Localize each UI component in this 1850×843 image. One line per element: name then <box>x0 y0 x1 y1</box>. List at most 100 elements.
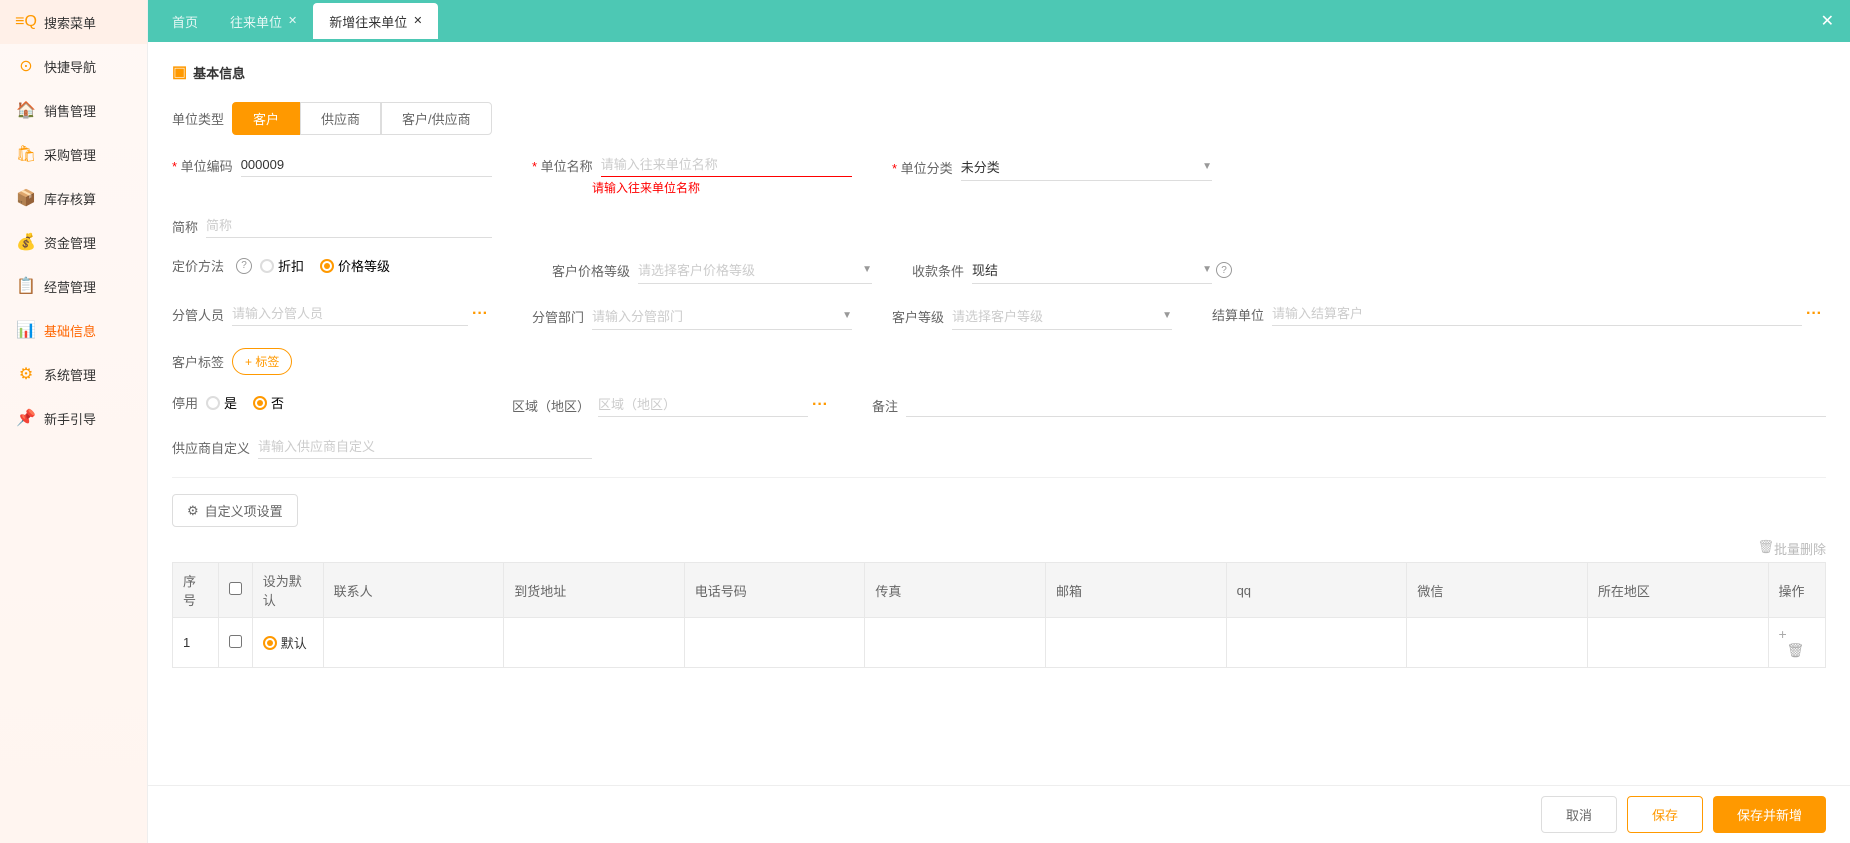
row-qq[interactable] <box>1226 618 1407 668</box>
sidebar-item-inventory[interactable]: 📦 库存核算 <box>0 176 147 220</box>
qq-input[interactable] <box>1237 635 1397 650</box>
unit-category-select[interactable]: 未分类 ▼ <box>961 153 1212 181</box>
region-input[interactable] <box>598 393 808 417</box>
manager-field: 分管人员 ··· <box>172 302 492 326</box>
finance-icon: 💰 <box>16 232 36 252</box>
tab-new-trade-unit-close[interactable]: ✕ <box>413 16 422 27</box>
manager-input[interactable] <box>232 302 468 326</box>
region-label: 区域（地区） <box>512 396 590 415</box>
unit-name-label: 单位名称 <box>532 156 593 175</box>
section-title: ▣ 基本信息 <box>172 62 1826 82</box>
add-row-icon[interactable]: + <box>1779 626 1787 642</box>
sidebar-item-quick-nav[interactable]: ⊙ 快捷导航 <box>0 44 147 88</box>
row-email[interactable] <box>1045 618 1226 668</box>
wechat-input[interactable] <box>1417 635 1577 650</box>
sidebar-item-sales[interactable]: 🏠 销售管理 <box>0 88 147 132</box>
unit-type-group: 客户 供应商 客户/供应商 <box>232 102 492 135</box>
email-input[interactable] <box>1056 635 1216 650</box>
customer-level-placeholder: 请选择客户等级 <box>952 306 1043 325</box>
customer-level-arrow: ▼ <box>1162 310 1172 321</box>
row-address[interactable] <box>504 618 685 668</box>
search-icon: ≡Q <box>16 12 36 32</box>
address-input[interactable] <box>514 635 674 650</box>
col-default: 设为默认 <box>252 563 323 618</box>
sidebar-item-purchase[interactable]: 🛍 采购管理 <box>0 132 147 176</box>
short-name-field: 简称 <box>172 214 492 238</box>
row-wechat[interactable] <box>1407 618 1588 668</box>
sidebar-item-basic-info[interactable]: 📊 基础信息 <box>0 308 147 352</box>
col-action: 操作 <box>1768 563 1826 618</box>
department-select[interactable]: 请输入分管部门 ▼ <box>592 302 852 330</box>
save-button[interactable]: 保存 <box>1627 796 1703 833</box>
customer-level-label: 客户等级 <box>892 307 944 326</box>
tab-new-trade-unit-label: 新增往来单位 <box>329 12 407 31</box>
unit-name-input[interactable] <box>601 153 852 177</box>
row-checkbox[interactable] <box>229 635 242 648</box>
row-check <box>218 618 252 668</box>
payment-terms-help[interactable]: ? <box>1216 262 1232 278</box>
supplier-custom-row: 供应商自定义 <box>172 435 1826 459</box>
row-region[interactable] <box>1587 618 1768 668</box>
sidebar-item-search[interactable]: ≡Q 搜索菜单 <box>0 0 147 44</box>
row-default: 默认 <box>252 618 323 668</box>
disabled-yes[interactable]: 是 <box>206 393 237 412</box>
tab-trade-unit[interactable]: 往来单位 ✕ <box>214 3 313 39</box>
short-name-label: 简称 <box>172 217 198 236</box>
table-row: 1 默认 <box>173 618 1826 668</box>
trash-icon: 🗑 <box>1757 539 1774 558</box>
tabs-close-all[interactable]: ✕ <box>1813 7 1842 35</box>
default-radio <box>263 636 277 650</box>
customer-tag-label: 客户标签 <box>172 352 224 371</box>
fax-input[interactable] <box>875 635 1035 650</box>
sidebar-label-finance: 资金管理 <box>44 233 96 252</box>
tab-home[interactable]: 首页 <box>156 3 214 39</box>
select-all-checkbox[interactable] <box>229 582 242 595</box>
pricing-row: 定价方法 ? 折扣 价格等级 客户价格等级 <box>172 256 1826 284</box>
row-contact[interactable] <box>323 618 504 668</box>
cancel-button[interactable]: 取消 <box>1541 796 1617 833</box>
customer-level-select[interactable]: 请选择客户等级 ▼ <box>952 302 1172 330</box>
tab-trade-unit-close[interactable]: ✕ <box>288 16 297 27</box>
unit-code-label: 单位编码 <box>172 156 233 175</box>
phone-input[interactable] <box>695 635 855 650</box>
unit-type-both[interactable]: 客户/供应商 <box>381 102 492 135</box>
settlement-input[interactable] <box>1272 302 1802 326</box>
supplier-custom-input[interactable] <box>258 435 592 459</box>
pricing-help-icon[interactable]: ? <box>236 258 252 274</box>
region-more[interactable]: ··· <box>808 396 832 414</box>
custom-settings-button[interactable]: ⚙ 自定义项设置 <box>172 494 298 527</box>
batch-delete-label[interactable]: 批量删除 <box>1774 539 1826 558</box>
pricing-price-level[interactable]: 价格等级 <box>320 256 390 275</box>
row-phone[interactable] <box>684 618 865 668</box>
unit-type-customer[interactable]: 客户 <box>232 102 300 135</box>
payment-terms-select[interactable]: 现结 ▼ <box>972 256 1212 284</box>
delete-row-icon[interactable]: 🗑 <box>1787 642 1805 658</box>
default-radio-item[interactable]: 默认 <box>263 633 313 652</box>
tab-new-trade-unit[interactable]: 新增往来单位 ✕ <box>313 3 438 39</box>
sidebar-item-finance[interactable]: 💰 资金管理 <box>0 220 147 264</box>
sidebar-item-system[interactable]: ⚙ 系统管理 <box>0 352 147 396</box>
disabled-no-radio <box>253 396 267 410</box>
row-fax[interactable] <box>865 618 1046 668</box>
col-contact: 联系人 <box>323 563 504 618</box>
manager-more[interactable]: ··· <box>468 305 492 323</box>
short-name-input[interactable] <box>206 214 492 238</box>
contact-input[interactable] <box>334 635 494 650</box>
manager-label: 分管人员 <box>172 305 224 324</box>
customer-price-level-select[interactable]: 请选择客户价格等级 ▼ <box>638 256 872 284</box>
settlement-more[interactable]: ··· <box>1802 305 1826 323</box>
disabled-yes-radio <box>206 396 220 410</box>
unit-code-input[interactable] <box>241 153 492 177</box>
sidebar-item-operations[interactable]: 📋 经营管理 <box>0 264 147 308</box>
settlement-field: 结算单位 ··· <box>1212 302 1826 326</box>
remark-input[interactable] <box>906 393 1826 417</box>
row-region-input[interactable] <box>1598 635 1758 650</box>
sidebar-item-guide[interactable]: 📌 新手引导 <box>0 396 147 440</box>
add-tag-button[interactable]: + 标签 <box>232 348 292 375</box>
save-new-button[interactable]: 保存并新增 <box>1713 796 1826 833</box>
disabled-no[interactable]: 否 <box>253 393 284 412</box>
remark-field: 备注 <box>872 393 1826 417</box>
unit-type-supplier[interactable]: 供应商 <box>300 102 381 135</box>
col-phone: 电话号码 <box>684 563 865 618</box>
pricing-discount[interactable]: 折扣 <box>260 256 304 275</box>
